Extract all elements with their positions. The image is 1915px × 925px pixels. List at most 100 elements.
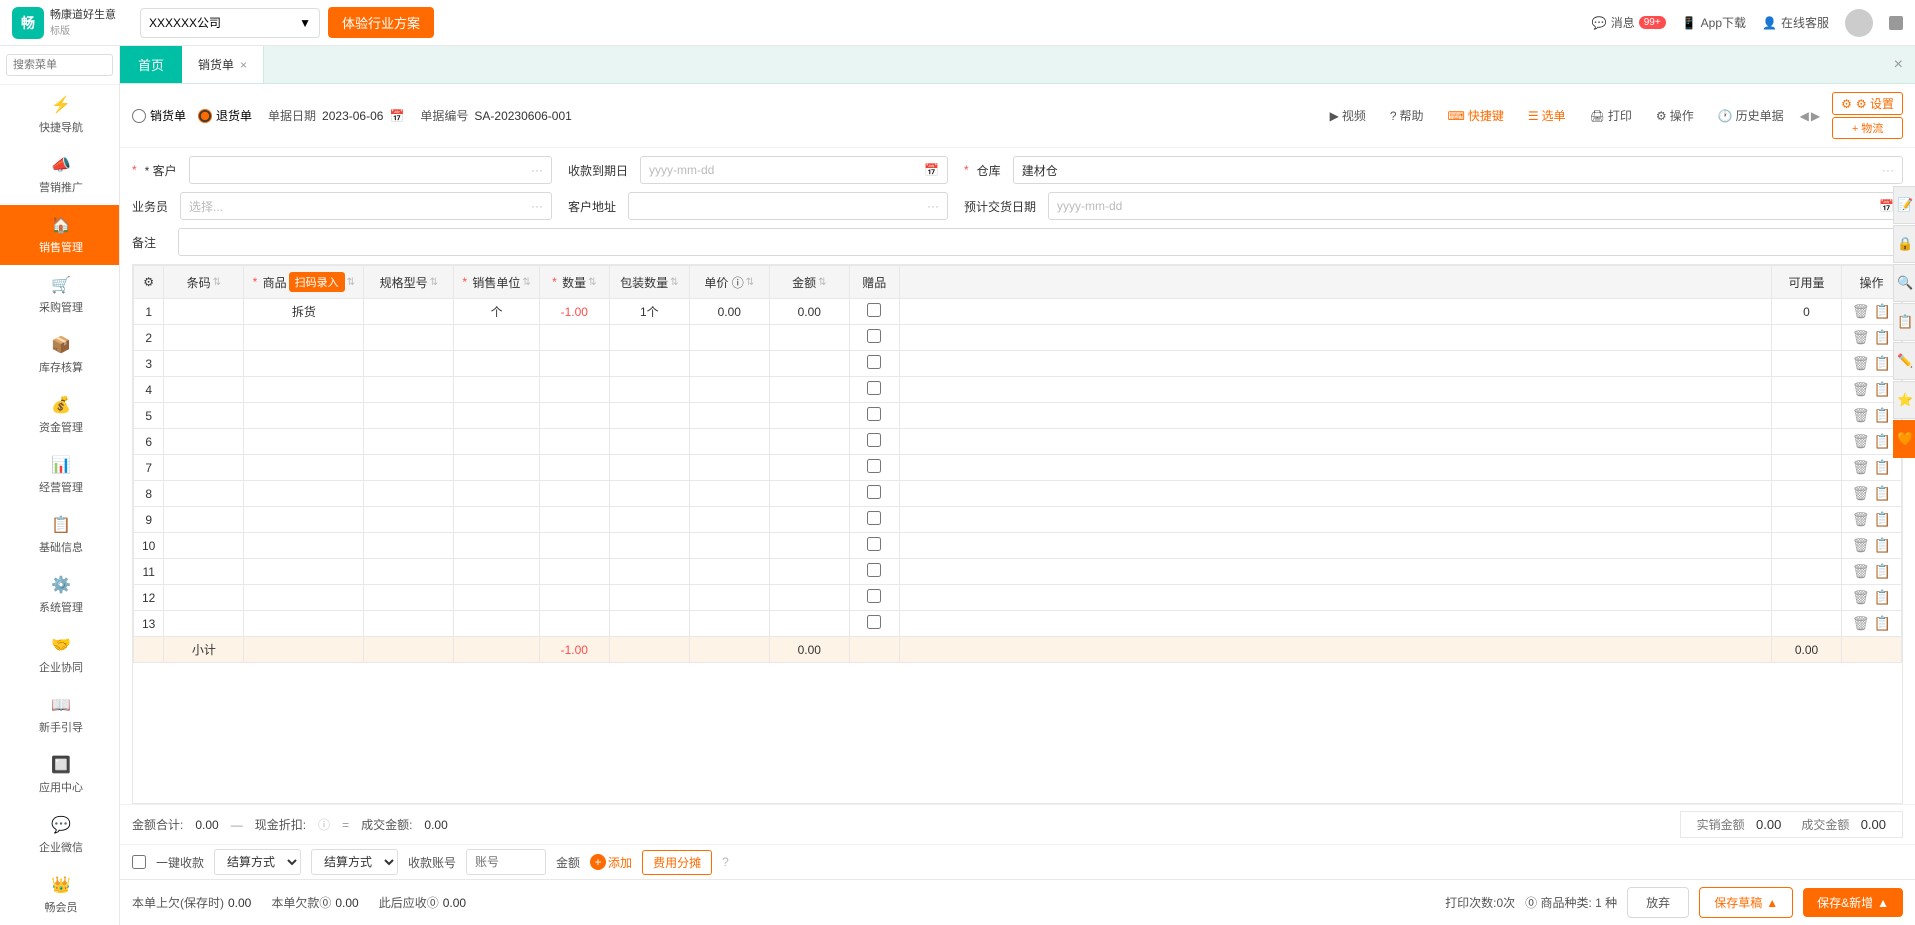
customer-addr-input[interactable]: ···: [628, 192, 948, 220]
delete-row-icon[interactable]: 🗑: [1852, 459, 1870, 476]
tab-home[interactable]: 首页: [120, 46, 182, 83]
save-draft-btn[interactable]: 保存草稿 ▲: [1699, 887, 1793, 918]
cell-product[interactable]: 拆货: [244, 299, 364, 325]
sort-pkgqty-icon[interactable]: ⇅: [670, 277, 678, 288]
rf-star-btn[interactable]: ⭐: [1893, 381, 1915, 419]
cell-unit[interactable]: 个: [454, 299, 539, 325]
cell-price[interactable]: 0.00: [689, 299, 769, 325]
delete-row-icon[interactable]: 🗑: [1852, 381, 1870, 398]
sidebar-item-member[interactable]: 👑 畅会员: [0, 865, 119, 925]
rf-notes-btn[interactable]: 📝: [1893, 186, 1915, 224]
delete-row-icon[interactable]: 🗑: [1852, 303, 1870, 320]
delete-row-icon[interactable]: 🗑: [1852, 355, 1870, 372]
sort-barcode-icon[interactable]: ⇅: [213, 277, 221, 288]
copy-row-icon[interactable]: 📋: [1874, 485, 1891, 502]
cell-barcode[interactable]: [164, 299, 244, 325]
payment-method-select[interactable]: 结算方式: [214, 849, 301, 875]
discard-btn[interactable]: 放弃: [1627, 887, 1689, 918]
close-all-tabs-btn[interactable]: ×: [1882, 56, 1915, 74]
select-btn[interactable]: ☰ 选单: [1520, 104, 1574, 127]
next-btn[interactable]: ▶: [1811, 109, 1820, 123]
logistics-btn[interactable]: + 物流: [1832, 117, 1903, 139]
sidebar-item-guide[interactable]: 📖 新手引导: [0, 685, 119, 745]
radio-sales-order[interactable]: 销货单: [132, 107, 186, 124]
rf-list-btn[interactable]: 📋: [1893, 303, 1915, 341]
sidebar-item-inventory[interactable]: 📦 库存核算: [0, 325, 119, 385]
expected-date-calendar-icon[interactable]: 📅: [1879, 199, 1894, 213]
copy-row-icon[interactable]: 📋: [1874, 355, 1891, 372]
expected-date-input[interactable]: yyyy-mm-dd 📅: [1048, 192, 1903, 220]
cell-gift[interactable]: [849, 299, 899, 325]
due-date-input[interactable]: yyyy-mm-dd 📅: [640, 156, 948, 184]
company-select[interactable]: XXXXXX公司 ▼: [140, 8, 320, 38]
copy-row-icon[interactable]: 📋: [1874, 537, 1891, 554]
sidebar-item-sales[interactable]: 🏠 销售管理: [0, 205, 119, 265]
sidebar-item-appstore[interactable]: 🔲 应用中心: [0, 745, 119, 805]
date-calendar-icon[interactable]: 📅: [389, 109, 404, 123]
account-input[interactable]: [466, 849, 546, 875]
copy-row-icon[interactable]: 📋: [1874, 303, 1891, 320]
history-btn[interactable]: 🕐 历史单据: [1710, 104, 1792, 127]
delete-row-icon[interactable]: 🗑: [1852, 329, 1870, 346]
copy-row-icon[interactable]: 📋: [1874, 459, 1891, 476]
sort-amount-icon[interactable]: ⇅: [818, 277, 826, 288]
copy-row-icon[interactable]: 📋: [1874, 329, 1891, 346]
table-wrapper[interactable]: ⚙ 条码⇅ * 商品 扫码录入 ⇅ 规格型号⇅: [132, 264, 1903, 804]
delete-row-icon[interactable]: 🗑: [1852, 511, 1870, 528]
delete-row-icon[interactable]: 🗑: [1852, 615, 1870, 632]
rf-orange-btn[interactable]: 🧡: [1893, 420, 1915, 458]
rf-lock-btn[interactable]: 🔒: [1893, 225, 1915, 263]
cell-spec[interactable]: [364, 299, 454, 325]
gear-header-icon[interactable]: ⚙: [143, 275, 154, 289]
add-payment-btn[interactable]: + 添加: [590, 854, 632, 871]
message-btn[interactable]: 💬 消息 99+: [1592, 14, 1666, 31]
one-click-pay-checkbox[interactable]: [132, 855, 146, 869]
sidebar-item-shortcut[interactable]: ⚡ 快捷导航: [0, 85, 119, 145]
copy-row-icon[interactable]: 📋: [1874, 511, 1891, 528]
copy-row-icon[interactable]: 📋: [1874, 615, 1891, 632]
copy-row-icon[interactable]: 📋: [1874, 407, 1891, 424]
fee-split-btn[interactable]: 费用分摊: [642, 850, 712, 875]
print-btn[interactable]: 🖨 打印: [1582, 104, 1640, 127]
rf-edit-btn[interactable]: ✏️: [1893, 342, 1915, 380]
copy-row-icon[interactable]: 📋: [1874, 433, 1891, 450]
avatar[interactable]: [1845, 9, 1873, 37]
tab-sales-order[interactable]: 销货单 ×: [182, 46, 264, 83]
setup-btn[interactable]: ⚙ ⚙ 设置: [1832, 92, 1903, 115]
delete-row-icon[interactable]: 🗑: [1852, 433, 1870, 450]
sort-unit-icon[interactable]: ⇅: [522, 277, 530, 288]
sidebar-item-wechat[interactable]: 💬 企业微信: [0, 805, 119, 865]
shortcut-toolbar-btn[interactable]: ⌨ 快捷键: [1440, 104, 1512, 127]
search-input[interactable]: [6, 54, 113, 76]
sidebar-item-basic[interactable]: 📋 基础信息: [0, 505, 119, 565]
discount-info-icon[interactable]: ⓘ: [318, 816, 330, 833]
delete-row-icon[interactable]: 🗑: [1852, 485, 1870, 502]
delete-row-icon[interactable]: 🗑: [1852, 563, 1870, 580]
warehouse-input[interactable]: 建材仓 ···: [1013, 156, 1903, 184]
experience-btn[interactable]: 体验行业方案: [328, 7, 434, 38]
sort-spec-icon[interactable]: ⇅: [430, 277, 438, 288]
delete-row-icon[interactable]: 🗑: [1852, 407, 1870, 424]
radio-return-order[interactable]: 退货单: [198, 107, 252, 124]
cell-pkgqty[interactable]: 1个: [609, 299, 689, 325]
cell-qty[interactable]: -1.00: [539, 299, 609, 325]
rf-search-btn[interactable]: 🔍: [1893, 264, 1915, 302]
notes-input[interactable]: [178, 228, 1903, 256]
th-gear[interactable]: ⚙: [134, 266, 164, 299]
salesperson-input[interactable]: 选择... ···: [180, 192, 552, 220]
sidebar-item-purchase[interactable]: 🛒 采购管理: [0, 265, 119, 325]
help-btn[interactable]: ? 帮助: [1382, 104, 1432, 127]
customer-input[interactable]: ···: [189, 156, 552, 184]
due-date-calendar-icon[interactable]: 📅: [924, 163, 939, 177]
online-service-btn[interactable]: 👤 在线客服: [1762, 14, 1829, 31]
fee-help-icon[interactable]: ?: [722, 855, 729, 869]
operation-btn[interactable]: ⚙ 操作: [1648, 104, 1702, 127]
sort-product-icon[interactable]: ⇅: [347, 277, 355, 288]
video-btn[interactable]: ▶ 视频: [1322, 104, 1374, 127]
sidebar-item-finance[interactable]: 💰 资金管理: [0, 385, 119, 445]
sidebar-item-operations[interactable]: 📊 经营管理: [0, 445, 119, 505]
copy-row-icon[interactable]: 📋: [1874, 563, 1891, 580]
sort-price-icon[interactable]: ⇅: [746, 277, 754, 288]
delete-row-icon[interactable]: 🗑: [1852, 589, 1870, 606]
sidebar-item-marketing[interactable]: 📣 营销推广: [0, 145, 119, 205]
